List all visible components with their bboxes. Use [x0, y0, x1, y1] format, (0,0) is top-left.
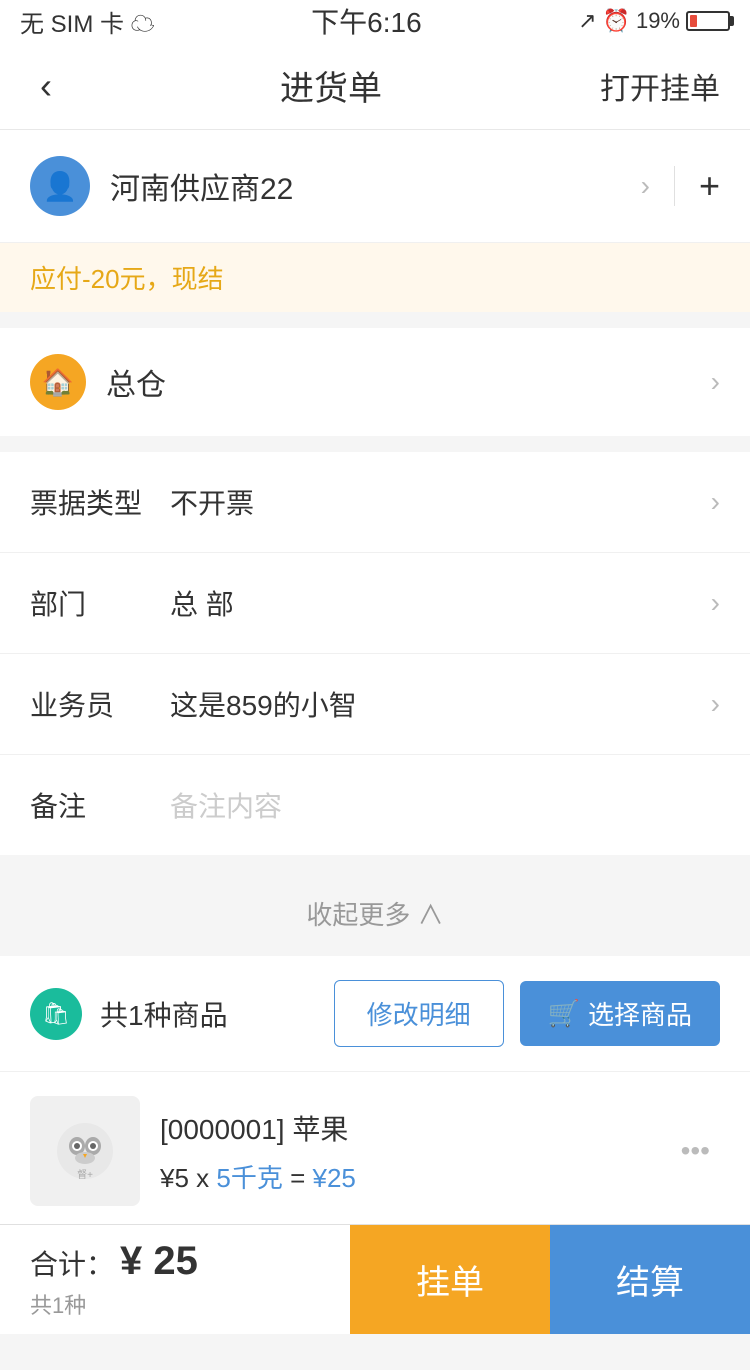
battery-icon [686, 11, 730, 31]
cart-icon: 🛒 [548, 998, 580, 1029]
salesperson-label: 业务员 [30, 684, 150, 724]
product-section-icon: 🛍 [30, 988, 82, 1040]
owl-icon: 督+ [50, 1116, 120, 1186]
product-info: [0000001] 苹果 ¥5 x 5千克 = ¥25 [160, 1108, 671, 1195]
warehouse-card[interactable]: 🏠 总仓 › [0, 328, 750, 436]
location-icon: ↗ [578, 8, 596, 34]
alarm-icon: ⏰ [603, 8, 630, 34]
product-thumbnail: 督+ [30, 1096, 140, 1206]
department-arrow-icon: › [711, 587, 720, 619]
warehouse-row[interactable]: 🏠 总仓 › [0, 328, 750, 436]
status-right: ↗ ⏰ 19% [578, 8, 730, 34]
nav-bar: ‹ 进货单 打开挂单 [0, 42, 750, 130]
avatar-icon: 👤 [43, 170, 78, 203]
department-value: 总 部 [150, 583, 711, 623]
product-multiply: x [196, 1163, 216, 1193]
footer: 合计： ¥ 25 共1种 挂单 结算 [0, 1224, 750, 1334]
status-bar: 无 SIM 卡 ☁ 下午6:16 ↗ ⏰ 19% [0, 0, 750, 42]
ticket-type-arrow-icon: › [711, 486, 720, 518]
product-header: 🛍 共1种商品 修改明细 🛒 选择商品 [0, 956, 750, 1071]
sim-status: 无 SIM 卡 ☁ [20, 4, 155, 39]
supplier-row[interactable]: 👤 河南供应商22 › + [0, 130, 750, 243]
salesperson-arrow-icon: › [711, 688, 720, 720]
bag-icon: 🛍 [42, 1001, 70, 1027]
total-sub-label: 共1种 [30, 1288, 320, 1320]
select-product-button[interactable]: 🛒 选择商品 [520, 981, 720, 1046]
page-title: 进货单 [280, 61, 382, 110]
supplier-divider [674, 166, 675, 206]
supplier-name: 河南供应商22 [110, 164, 641, 208]
remark-label: 备注 [30, 785, 150, 825]
remark-input[interactable]: 备注内容 [150, 785, 720, 825]
form-card: 票据类型 不开票 › 部门 总 部 › 业务员 这是859的小智 › 备注 备注… [0, 452, 750, 855]
product-count-label: 共1种商品 [100, 994, 334, 1034]
status-time: 下午6:16 [311, 1, 422, 41]
product-equals: = [290, 1163, 312, 1193]
ticket-type-value: 不开票 [150, 482, 711, 522]
payment-warning: 应付-20元，现结 [0, 243, 750, 312]
supplier-arrow-icon: › [641, 170, 650, 202]
product-total: ¥25 [313, 1163, 356, 1193]
salesperson-value: 这是859的小智 [150, 684, 711, 724]
department-row[interactable]: 部门 总 部 › [0, 553, 750, 654]
open-pending-button[interactable]: 打开挂单 [600, 64, 720, 108]
status-left: 无 SIM 卡 ☁ [20, 4, 155, 39]
product-item: 督+ [0000001] 苹果 ¥5 x 5千克 = ¥25 ••• [0, 1071, 750, 1230]
add-supplier-button[interactable]: + [699, 165, 720, 207]
total-amount: ¥ 25 [120, 1239, 198, 1284]
warehouse-arrow-icon: › [711, 366, 720, 398]
product-name: [0000001] 苹果 [160, 1108, 671, 1148]
warehouse-name: 总仓 [106, 360, 711, 404]
product-title: 苹果 [292, 1114, 348, 1145]
supplier-card: 👤 河南供应商22 › + 应付-20元，现结 [0, 130, 750, 312]
supplier-avatar: 👤 [30, 156, 90, 216]
product-more-button[interactable]: ••• [671, 1125, 720, 1177]
battery-percent: 19% [636, 8, 680, 34]
total-line: 合计： ¥ 25 [30, 1239, 320, 1284]
product-quantity: 5千克 [216, 1163, 282, 1193]
ticket-type-label: 票据类型 [30, 482, 150, 522]
product-unit-price: ¥5 [160, 1163, 189, 1193]
settle-button[interactable]: 结算 [550, 1225, 750, 1334]
content-area: 👤 河南供应商22 › + 应付-20元，现结 🏠 总仓 › 票据类型 不开票 … [0, 130, 750, 1370]
hang-order-button[interactable]: 挂单 [350, 1225, 550, 1334]
edit-details-button[interactable]: 修改明细 [334, 980, 504, 1047]
footer-total: 合计： ¥ 25 共1种 [0, 1225, 350, 1334]
salesperson-row[interactable]: 业务员 这是859的小智 › [0, 654, 750, 755]
back-button[interactable]: ‹ [30, 55, 62, 117]
total-label: 合计： [30, 1243, 114, 1283]
department-label: 部门 [30, 583, 150, 623]
warehouse-symbol: 🏠 [42, 367, 74, 398]
ticket-type-row[interactable]: 票据类型 不开票 › [0, 452, 750, 553]
collapse-bar[interactable]: 收起更多 ∧ [0, 871, 750, 956]
product-code: [0000001] [160, 1114, 285, 1145]
remark-row[interactable]: 备注 备注内容 [0, 755, 750, 855]
warehouse-icon: 🏠 [30, 354, 86, 410]
svg-text:督+: 督+ [77, 1168, 93, 1181]
product-price-row: ¥5 x 5千克 = ¥25 [160, 1158, 671, 1195]
